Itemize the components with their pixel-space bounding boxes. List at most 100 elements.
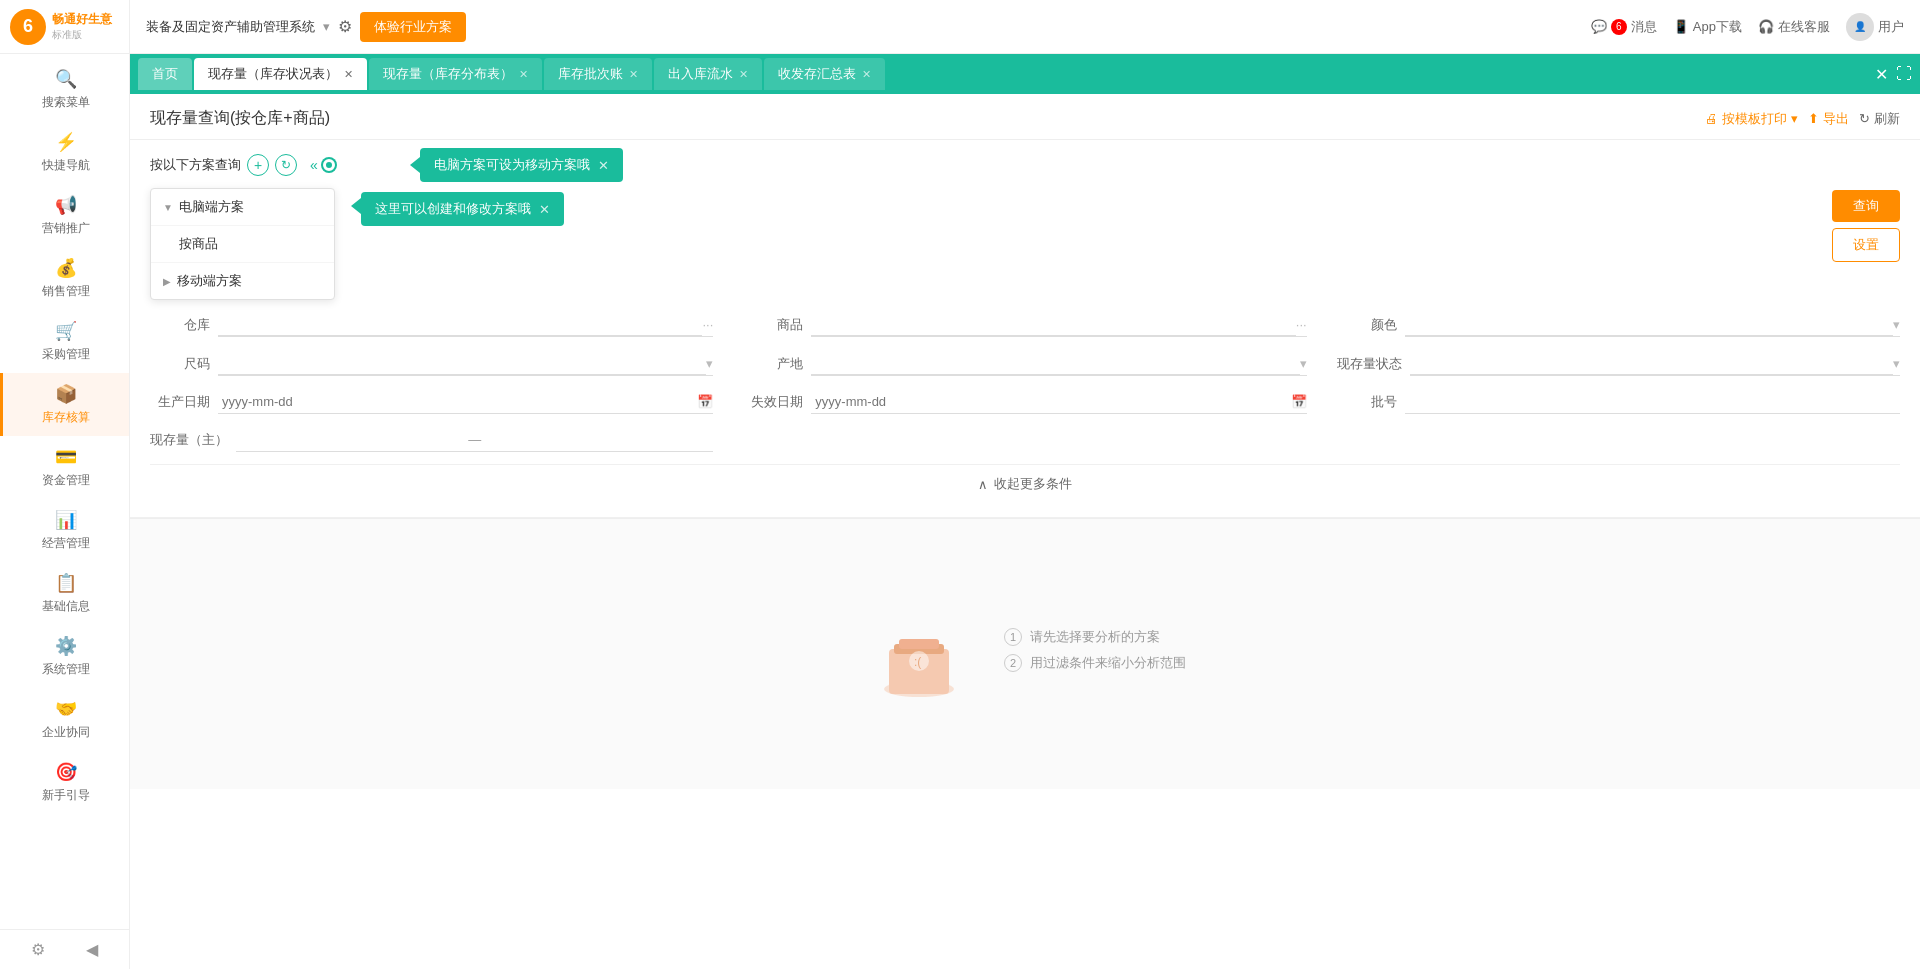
sidebar-item-basic[interactable]: 📋 基础信息 <box>0 562 129 625</box>
filter-back-btn[interactable]: « <box>303 154 325 176</box>
filter-add-btn[interactable]: + <box>247 154 269 176</box>
sidebar-item-purchase[interactable]: 🛒 采购管理 <box>0 310 129 373</box>
tab-close-batch[interactable]: ✕ <box>629 68 638 81</box>
filter-batch-row: 批号 <box>1337 390 1900 414</box>
chevron-down-icon: ▼ <box>163 202 173 213</box>
collapse-btn[interactable]: ∧ 收起更多条件 <box>150 464 1900 503</box>
sidebar-item-search[interactable]: 🔍 搜索菜单 <box>0 58 129 121</box>
step-num-2: 2 <box>1004 654 1022 672</box>
export-icon: ⬆ <box>1808 111 1819 126</box>
size-label: 尺码 <box>150 355 210 373</box>
sidebar-item-enterprise[interactable]: 🤝 企业协同 <box>0 688 129 751</box>
filter-refresh-btn[interactable]: ↻ <box>275 154 297 176</box>
size-input[interactable] <box>218 351 706 375</box>
tab-close-inout[interactable]: ✕ <box>739 68 748 81</box>
print-dropdown-icon: ▾ <box>1791 111 1798 126</box>
scheme-tooltip-close[interactable]: ✕ <box>598 158 609 173</box>
export-btn[interactable]: ⬆ 导出 <box>1808 110 1849 128</box>
sidebar-item-sales[interactable]: 💰 销售管理 <box>0 247 129 310</box>
tab-summary[interactable]: 收发存汇总表 ✕ <box>764 58 885 90</box>
color-dropdown[interactable]: ▾ <box>1893 317 1900 332</box>
settings-bottom-btn[interactable]: ⚙ <box>31 940 45 959</box>
scheme-mobile-item[interactable]: ▶ 移动端方案 <box>151 263 334 299</box>
scheme-pc-default-item[interactable]: 按商品 <box>151 226 334 263</box>
header-right: 💬 6 消息 📱 App下载 🎧 在线客服 👤 用户 <box>1591 13 1904 41</box>
tab-inout[interactable]: 出入库流水 ✕ <box>654 58 762 90</box>
expire-date-start[interactable] <box>811 390 1286 413</box>
stock-amount-min[interactable] <box>236 428 462 451</box>
marketing-icon: 📢 <box>55 194 77 216</box>
goods-label: 商品 <box>743 316 803 334</box>
settings-icon[interactable]: ⚙ <box>338 17 352 36</box>
warehouse-input[interactable] <box>218 312 702 336</box>
system-name: 装备及固定资产辅助管理系统 <box>146 18 315 36</box>
inventory-icon: 📦 <box>55 383 77 405</box>
sidebar-item-operation[interactable]: 📊 经营管理 <box>0 499 129 562</box>
goods-input[interactable] <box>811 312 1295 336</box>
scheme-pc-item[interactable]: ▼ 电脑端方案 <box>151 189 334 226</box>
search-icon: 🔍 <box>55 68 77 90</box>
tab-home[interactable]: 首页 <box>138 58 192 90</box>
sidebar-item-system[interactable]: ⚙️ 系统管理 <box>0 625 129 688</box>
search-btn[interactable]: 查询 <box>1832 190 1900 222</box>
filter-grid: 仓库 ··· 商品 ··· 颜色 <box>150 312 1900 452</box>
system-dropdown-icon[interactable]: ▾ <box>323 19 330 34</box>
message-btn[interactable]: 💬 6 消息 <box>1591 18 1657 36</box>
empty-step-2: 2 用过滤条件来缩小分析范围 <box>1004 654 1186 672</box>
edit-tooltip-arrow <box>351 198 361 214</box>
refresh-btn[interactable]: ↻ 刷新 <box>1859 110 1900 128</box>
sidebar-item-guide[interactable]: 🎯 新手引导 <box>0 751 129 814</box>
tab-bar-right: ✕ ⛶ <box>1875 65 1912 84</box>
online-support-btn[interactable]: 🎧 在线客服 <box>1758 18 1830 36</box>
sidebar-item-quick[interactable]: ⚡ 快捷导航 <box>0 121 129 184</box>
user-btn[interactable]: 👤 用户 <box>1846 13 1904 41</box>
origin-dropdown[interactable]: ▾ <box>1300 356 1307 371</box>
prod-date-start[interactable] <box>218 390 693 413</box>
origin-input[interactable] <box>811 351 1299 375</box>
expire-date-calendar[interactable]: 📅 <box>1291 394 1307 409</box>
filter-controls: 按以下方案查询 + ↻ « 电脑方案可设为移动方案哦 ✕ <box>150 154 1900 176</box>
print-btn[interactable]: 🖨 按模板打印 ▾ <box>1705 110 1798 128</box>
quick-icon: ⚡ <box>55 131 77 153</box>
system-icon: ⚙️ <box>55 635 77 657</box>
prod-date-start-calendar[interactable]: 📅 <box>697 394 713 409</box>
sidebar-nav: 🔍 搜索菜单 ⚡ 快捷导航 📢 营销推广 💰 销售管理 🛒 采购管理 📦 库存核… <box>0 54 129 929</box>
warehouse-dots[interactable]: ··· <box>702 317 713 332</box>
svg-text::(: :( <box>914 655 921 669</box>
tab-expand-btn[interactable]: ⛶ <box>1896 65 1912 83</box>
sidebar-bottom: ⚙ ◀ <box>0 929 129 969</box>
sidebar-item-finance[interactable]: 💳 资金管理 <box>0 436 129 499</box>
edit-tooltip-close[interactable]: ✕ <box>539 202 550 217</box>
app-download-btn[interactable]: 📱 App下载 <box>1673 18 1742 36</box>
sidebar-item-inventory[interactable]: 📦 库存核算 <box>0 373 129 436</box>
tab-close-all-btn[interactable]: ✕ <box>1875 65 1888 84</box>
tab-close-summary[interactable]: ✕ <box>862 68 871 81</box>
tab-close-inventory-dist[interactable]: ✕ <box>519 68 528 81</box>
tab-close-inventory-status[interactable]: ✕ <box>344 68 353 81</box>
sidebar-item-marketing[interactable]: 📢 营销推广 <box>0 184 129 247</box>
reset-btn[interactable]: 设置 <box>1832 228 1900 262</box>
industry-btn[interactable]: 体验行业方案 <box>360 12 466 42</box>
stock-status-input[interactable] <box>1410 351 1893 375</box>
stock-amount-max[interactable] <box>487 428 713 451</box>
collapse-icon: ∧ <box>978 477 988 492</box>
batch-input[interactable] <box>1405 390 1900 413</box>
phone-icon: 📱 <box>1673 19 1689 34</box>
tab-batch[interactable]: 库存批次账 ✕ <box>544 58 652 90</box>
size-dropdown[interactable]: ▾ <box>706 356 713 371</box>
scheme-panel: ▼ 电脑端方案 按商品 ▶ 移动端方案 <box>150 188 335 300</box>
collapse-sidebar-btn[interactable]: ◀ <box>86 940 98 959</box>
basic-icon: 📋 <box>55 572 77 594</box>
goods-dots[interactable]: ··· <box>1296 317 1307 332</box>
filter-prod-date-row: 生产日期 📅 <box>150 390 713 414</box>
tab-inventory-status[interactable]: 现存量（库存状况表） ✕ <box>194 58 367 90</box>
scheme-tooltip-container: 电脑方案可设为移动方案哦 ✕ <box>410 148 623 182</box>
filter-label: 按以下方案查询 <box>150 156 241 174</box>
logo-icon: 6 <box>10 9 46 45</box>
tab-inventory-dist[interactable]: 现存量（库存分布表） ✕ <box>369 58 542 90</box>
color-input[interactable] <box>1405 312 1893 336</box>
stock-amount-dash: — <box>468 432 481 447</box>
filter-size-row: 尺码 ▾ <box>150 351 713 376</box>
empty-step-1: 1 请先选择要分析的方案 <box>1004 628 1186 646</box>
stock-status-dropdown[interactable]: ▾ <box>1893 356 1900 371</box>
